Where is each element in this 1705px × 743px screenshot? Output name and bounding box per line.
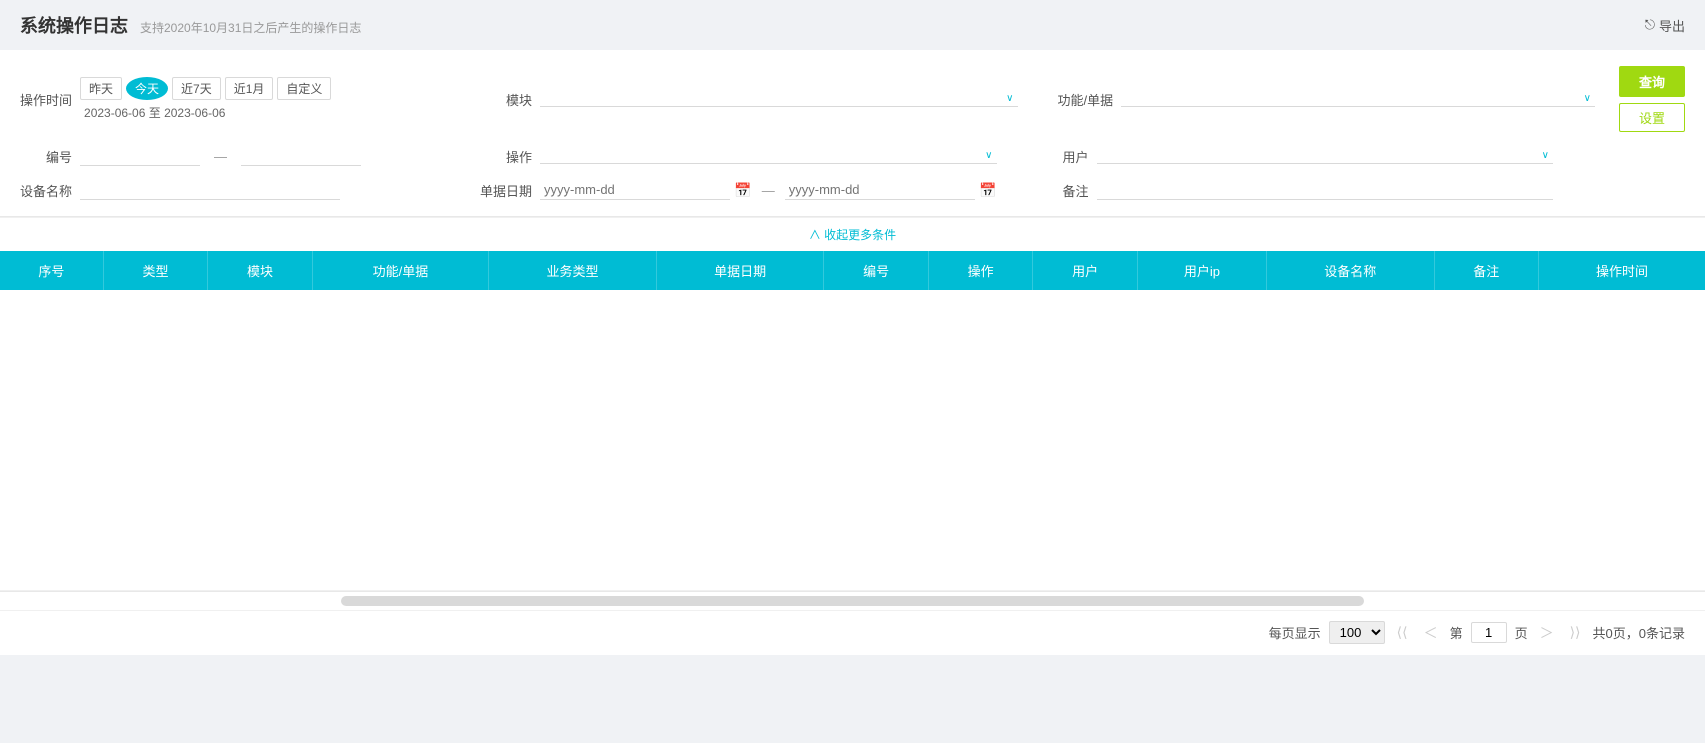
time-btn-custom[interactable]: 自定义 <box>277 77 331 100</box>
module-select[interactable]: ∨ <box>540 91 1018 107</box>
page-header: 系统操作日志 支持2020年10月31日之后产生的操作日志 ⎋ 导出 <box>0 0 1705 50</box>
prev-page-button[interactable]: ＜ <box>1420 621 1442 645</box>
col-optime: 操作时间 <box>1539 251 1705 290</box>
export-button[interactable]: ⎋ 导出 <box>1645 16 1685 35</box>
operation-filter-item: 操作 ∨ <box>480 147 997 166</box>
col-userip: 用户ip <box>1137 251 1266 290</box>
operation-label: 操作 <box>480 147 532 166</box>
remark-filter-item: 备注 <box>1037 180 1554 200</box>
col-function: 功能/单据 <box>312 251 488 290</box>
voucher-date-label: 单据日期 <box>480 181 532 200</box>
col-index: 序号 <box>0 251 103 290</box>
remark-input[interactable] <box>1097 180 1554 200</box>
date-from-input[interactable] <box>540 180 730 200</box>
col-operation: 操作 <box>928 251 1032 290</box>
col-module: 模块 <box>208 251 312 290</box>
col-device: 设备名称 <box>1266 251 1434 290</box>
number-label: 编号 <box>20 147 72 166</box>
user-select[interactable]: ∨ <box>1097 148 1554 164</box>
pagination-bar: 每页显示 100 50 200 ⟨⟨ ＜ 第 页 ＞ ⟩⟩ 共0页，0条记录 <box>0 610 1705 655</box>
user-label: 用户 <box>1037 147 1089 166</box>
voucher-date-filter-item: 单据日期 📅 — 📅 <box>480 180 997 200</box>
time-filter: 昨天 今天 近7天 近1月 自定义 2023-06-06 至 2023-06-0… <box>80 77 331 121</box>
collapse-bar[interactable]: ∧ 收起更多条件 <box>0 217 1705 251</box>
empty-cell <box>0 290 1705 590</box>
col-user: 用户 <box>1033 251 1137 290</box>
last-page-button[interactable]: ⟩⟩ <box>1566 622 1585 643</box>
device-input[interactable] <box>80 180 340 200</box>
settings-button[interactable]: 设置 <box>1619 103 1685 132</box>
calendar-to-icon[interactable]: 📅 <box>979 182 996 199</box>
collapse-icon: ∧ <box>809 228 821 242</box>
number-input-to[interactable] <box>241 146 361 166</box>
function-filter-item: 功能/单据 ∨ <box>1058 90 1596 109</box>
time-btn-yesterday[interactable]: 昨天 <box>80 77 122 100</box>
first-page-button[interactable]: ⟨⟨ <box>1393 622 1412 643</box>
col-biztype: 业务类型 <box>489 251 657 290</box>
time-filter-item: 操作时间 昨天 今天 近7天 近1月 自定义 2023-06-06 至 2023… <box>20 77 440 121</box>
module-label: 模块 <box>480 90 532 109</box>
page-size-select[interactable]: 100 50 200 <box>1329 621 1385 644</box>
page-subtitle: 支持2020年10月31日之后产生的操作日志 <box>140 19 361 36</box>
date-dash: — <box>762 183 775 198</box>
date-range-wrap: 📅 — 📅 <box>540 180 996 200</box>
export-label: 导出 <box>1659 16 1685 35</box>
remark-label: 备注 <box>1037 181 1089 200</box>
page-suffix: 页 <box>1515 623 1528 642</box>
operation-select[interactable]: ∨ <box>540 148 997 164</box>
collapse-label: 收起更多条件 <box>824 228 896 242</box>
action-buttons: 查询 设置 <box>1619 66 1685 132</box>
collapse-button[interactable]: ∧ 收起更多条件 <box>809 226 896 243</box>
empty-row <box>0 290 1705 590</box>
operation-chevron-icon: ∨ <box>985 150 992 161</box>
time-btn-today[interactable]: 今天 <box>126 77 168 100</box>
function-label: 功能/单据 <box>1058 90 1114 109</box>
data-table: 序号 类型 模块 功能/单据 业务类型 单据日期 编号 操作 用户 用户ip 设… <box>0 251 1705 591</box>
export-icon: ⎋ <box>1645 17 1655 33</box>
time-buttons: 昨天 今天 近7天 近1月 自定义 <box>80 77 331 100</box>
table-header-row: 序号 类型 模块 功能/单据 业务类型 单据日期 编号 操作 用户 用户ip 设… <box>0 251 1705 290</box>
device-filter-item: 设备名称 <box>20 180 440 200</box>
query-button[interactable]: 查询 <box>1619 66 1685 97</box>
filter-row-3: 设备名称 单据日期 📅 — 📅 备注 <box>20 180 1685 200</box>
user-filter-item: 用户 ∨ <box>1037 147 1554 166</box>
filter-row-1: 操作时间 昨天 今天 近7天 近1月 自定义 2023-06-06 至 2023… <box>20 66 1685 132</box>
table-wrap: 序号 类型 模块 功能/单据 业务类型 单据日期 编号 操作 用户 用户ip 设… <box>0 251 1705 591</box>
device-label: 设备名称 <box>20 181 72 200</box>
table-head: 序号 类型 模块 功能/单据 业务类型 单据日期 编号 操作 用户 用户ip 设… <box>0 251 1705 290</box>
page-input[interactable] <box>1471 622 1507 643</box>
time-btn-1month[interactable]: 近1月 <box>225 77 274 100</box>
page-total: 共0页，0条记录 <box>1593 623 1685 642</box>
page-label: 第 <box>1450 623 1463 642</box>
module-filter-item: 模块 ∨ <box>480 90 1018 109</box>
number-filter-item: 编号 — <box>20 146 440 166</box>
per-page-label: 每页显示 <box>1269 623 1321 642</box>
col-remark: 备注 <box>1434 251 1538 290</box>
scrollbar-inner[interactable] <box>341 596 1364 606</box>
module-chevron-icon: ∨ <box>1006 93 1013 104</box>
calendar-from-icon[interactable]: 📅 <box>734 182 751 199</box>
date-to-input[interactable] <box>785 180 975 200</box>
time-label: 操作时间 <box>20 90 72 109</box>
filter-panel: 操作时间 昨天 今天 近7天 近1月 自定义 2023-06-06 至 2023… <box>0 50 1705 217</box>
page-title: 系统操作日志 <box>20 12 128 38</box>
col-voucherdate: 单据日期 <box>656 251 824 290</box>
header-left: 系统操作日志 支持2020年10月31日之后产生的操作日志 <box>20 12 361 38</box>
time-range: 2023-06-06 至 2023-06-06 <box>84 104 331 121</box>
next-page-button[interactable]: ＞ <box>1536 621 1558 645</box>
time-btn-7days[interactable]: 近7天 <box>172 77 221 100</box>
number-input-from[interactable] <box>80 146 200 166</box>
scrollbar-wrap[interactable] <box>0 591 1705 610</box>
col-number: 编号 <box>824 251 928 290</box>
function-chevron-icon: ∨ <box>1584 93 1591 104</box>
table-body <box>0 290 1705 590</box>
function-select[interactable]: ∨ <box>1121 91 1595 107</box>
col-type: 类型 <box>103 251 207 290</box>
user-chevron-icon: ∨ <box>1542 150 1549 161</box>
number-dash: — <box>214 149 227 164</box>
filter-row-2: 编号 — 操作 ∨ 用户 ∨ <box>20 146 1685 166</box>
